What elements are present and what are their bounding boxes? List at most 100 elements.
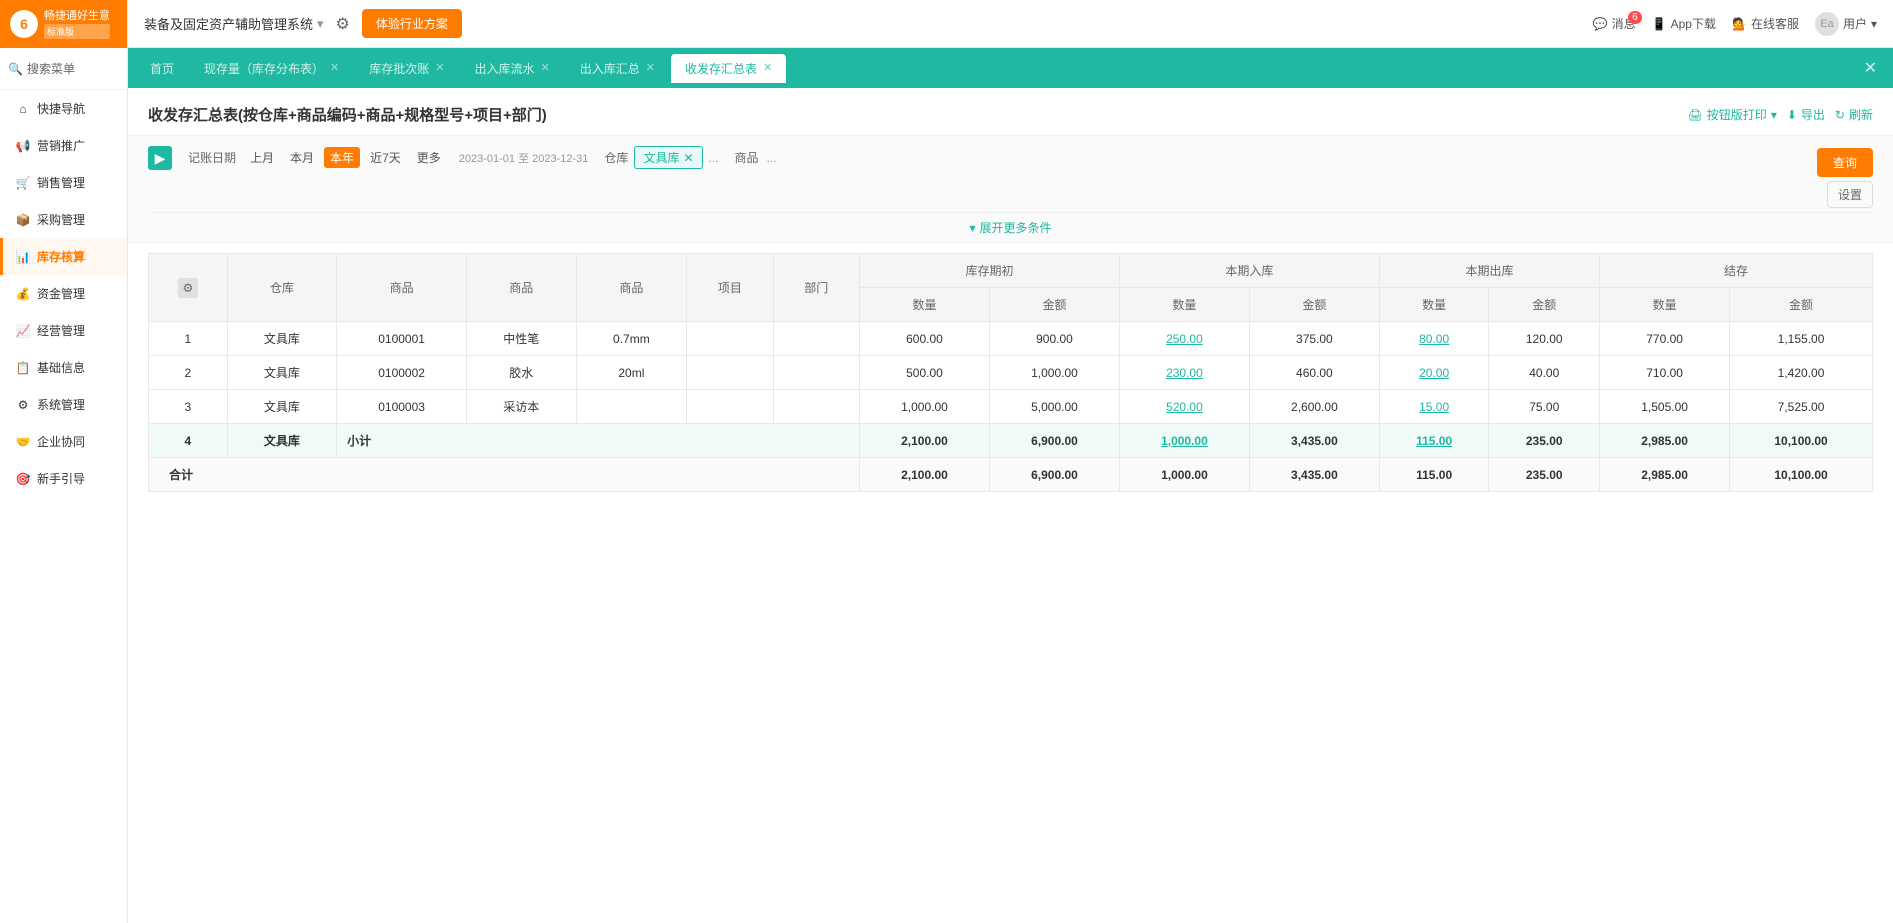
cell-goods-code: 0100001 [337, 322, 467, 356]
date-last-month[interactable]: 上月 [244, 147, 280, 168]
subtotal-open-qty: 2,100.00 [860, 424, 990, 458]
app-download-button[interactable]: 📱 App下载 [1652, 15, 1716, 32]
th-in-amt: 金额 [1249, 288, 1379, 322]
th-out-amt: 金额 [1489, 288, 1600, 322]
user-menu[interactable]: Ea 用户 ▾ [1815, 12, 1877, 36]
user-dropdown-icon: ▾ [1871, 17, 1877, 31]
guide-icon: 🎯 [15, 471, 31, 487]
cell-no: 1 [149, 322, 228, 356]
th-close-amt: 金额 [1730, 288, 1873, 322]
subtotal-in-amt: 3,435.00 [1249, 424, 1379, 458]
expand-more-conditions-button[interactable]: ▾ 展开更多条件 [969, 219, 1051, 236]
service-icon: 💁 [1732, 17, 1747, 31]
subtotal-out-qty[interactable]: 115.00 [1379, 424, 1488, 458]
tabs-bar: 首页 现存量（库存分布表） ✕ 库存批次账 ✕ 出入库流水 ✕ 出入库汇总 ✕ … [128, 48, 1893, 88]
subtotal-in-qty[interactable]: 1,000.00 [1119, 424, 1249, 458]
cell-out-amt: 40.00 [1489, 356, 1600, 390]
sidebar-item-purchase[interactable]: 📦 采购管理 [0, 201, 127, 238]
cell-out-qty[interactable]: 20.00 [1379, 356, 1488, 390]
cell-open-amt: 5,000.00 [989, 390, 1119, 424]
th-closing: 结存 [1600, 254, 1873, 288]
sidebar-item-assets[interactable]: 💰 资金管理 [0, 275, 127, 312]
tab-summary[interactable]: 出入库汇总 ✕ [566, 54, 669, 83]
cell-close-qty: 710.00 [1600, 356, 1730, 390]
sidebar-item-sales[interactable]: 🛒 销售管理 [0, 164, 127, 201]
goods-more-button[interactable]: ... [767, 151, 777, 165]
sidebar-item-quick-nav[interactable]: ⌂ 快捷导航 [0, 90, 127, 127]
export-button[interactable]: ⬇ 导出 [1787, 106, 1825, 123]
sales-icon: 🛒 [15, 175, 31, 191]
sidebar-item-inventory[interactable]: 📊 库存核算 [0, 238, 127, 275]
page-title: 收发存汇总表(按仓库+商品编码+商品+规格型号+项目+部门) [148, 104, 547, 125]
cell-in-qty[interactable]: 520.00 [1119, 390, 1249, 424]
th-close-qty: 数量 [1600, 288, 1730, 322]
date-this-year[interactable]: 本年 [324, 147, 360, 168]
tab-home[interactable]: 首页 [136, 54, 188, 83]
sidebar-logo: 6 畅捷通好生意 标准版 [0, 0, 127, 48]
tab-close-summary[interactable]: ✕ [646, 63, 655, 74]
page-header: 收发存汇总表(按仓库+商品编码+商品+规格型号+项目+部门) 🖨 按钮版打印 ▾… [128, 88, 1893, 136]
cell-close-amt: 1,420.00 [1730, 356, 1873, 390]
sidebar-item-operations[interactable]: 📈 经营管理 [0, 312, 127, 349]
filter-fields: 记账日期 上月 本月 本年 近7天 更多 2023-01-01 至 2023-1… [188, 146, 1801, 175]
tab-close-stock-dist[interactable]: ✕ [330, 63, 339, 74]
tab-close-recv-send[interactable]: ✕ [763, 63, 772, 74]
print-button[interactable]: 🖨 按钮版打印 ▾ [1688, 106, 1777, 123]
footer-out-qty: 115.00 [1379, 458, 1488, 492]
cell-close-amt: 7,525.00 [1730, 390, 1873, 424]
purchase-icon: 📦 [15, 212, 31, 228]
experience-button[interactable]: 体验行业方案 [362, 9, 462, 38]
tab-flow[interactable]: 出入库流水 ✕ [460, 54, 563, 83]
refresh-button[interactable]: ↻ 刷新 [1835, 106, 1873, 123]
date-this-month[interactable]: 本月 [284, 147, 320, 168]
sidebar-item-marketing[interactable]: 📢 营销推广 [0, 127, 127, 164]
subtotal-open-amt: 6,900.00 [989, 424, 1119, 458]
export-icon: ⬇ [1787, 108, 1797, 122]
cell-in-qty[interactable]: 230.00 [1119, 356, 1249, 390]
online-service-button[interactable]: 💁 在线客服 [1732, 15, 1799, 32]
tab-close-batch[interactable]: ✕ [435, 63, 444, 74]
search-menu-button[interactable]: 🔍 搜索菜单 [8, 56, 119, 81]
cell-open-qty: 600.00 [860, 322, 990, 356]
system-selector[interactable]: 装备及固定资产辅助管理系统 ▾ [144, 14, 324, 33]
tab-recv-send[interactable]: 收发存汇总表 ✕ [671, 54, 786, 83]
refresh-icon: ↻ [1835, 108, 1845, 122]
footer-out-amt: 235.00 [1489, 458, 1600, 492]
cell-goods-spec [576, 390, 687, 424]
tab-batch[interactable]: 库存批次账 ✕ [355, 54, 458, 83]
sidebar-nav: ⌂ 快捷导航 📢 营销推广 🛒 销售管理 📦 采购管理 📊 库存核算 💰 资金管… [0, 90, 127, 923]
cell-out-qty[interactable]: 80.00 [1379, 322, 1488, 356]
sidebar-item-system[interactable]: ⚙ 系统管理 [0, 386, 127, 423]
cell-out-qty[interactable]: 15.00 [1379, 390, 1488, 424]
footer-row: 合计 2,100.00 6,900.00 1,000.00 3,435.00 1… [149, 458, 1873, 492]
warehouse-more-button[interactable]: ... [709, 151, 719, 165]
topbar-settings-button[interactable]: ⚙ [336, 14, 350, 34]
date-last-7-days[interactable]: 近7天 [364, 147, 407, 168]
sidebar-item-guide[interactable]: 🎯 新手引导 [0, 460, 127, 497]
th-goods-code: 商品 [337, 254, 467, 322]
date-label: 记账日期 [188, 149, 236, 166]
close-all-tabs-button[interactable]: ✕ [1856, 54, 1885, 82]
query-button[interactable]: 查询 [1817, 148, 1873, 177]
table-row: 2 文具库 0100002 胶水 20ml 500.00 1,000.00 23… [149, 356, 1873, 390]
filter-toggle-button[interactable]: ▶ [148, 146, 172, 170]
tab-stock-dist[interactable]: 现存量（库存分布表） ✕ [190, 54, 353, 83]
th-goods-spec: 商品 [576, 254, 687, 322]
warehouse-tag[interactable]: 文具库 ✕ [634, 146, 702, 169]
cell-department [773, 356, 859, 390]
sidebar-item-basic[interactable]: 📋 基础信息 [0, 349, 127, 386]
cell-in-qty[interactable]: 250.00 [1119, 322, 1249, 356]
table-row: 1 文具库 0100001 中性笔 0.7mm 600.00 900.00 25… [149, 322, 1873, 356]
message-button[interactable]: 💬 消息 6 [1593, 15, 1636, 32]
date-more[interactable]: 更多 [411, 147, 447, 168]
filter-settings-button[interactable]: 设置 [1827, 181, 1873, 208]
date-range: 2023-01-01 至 2023-12-31 [459, 150, 589, 166]
main-area: 装备及固定资产辅助管理系统 ▾ ⚙ 体验行业方案 💬 消息 6 📱 App下载 … [128, 0, 1893, 923]
tab-close-flow[interactable]: ✕ [541, 63, 550, 74]
warehouse-tag-close[interactable]: ✕ [683, 151, 693, 165]
sidebar-item-enterprise[interactable]: 🤝 企业协同 [0, 423, 127, 460]
table-settings-icon[interactable]: ⚙ [178, 278, 198, 298]
inventory-icon: 📊 [15, 249, 31, 265]
cell-close-qty: 770.00 [1600, 322, 1730, 356]
th-settings[interactable]: ⚙ [149, 254, 228, 322]
